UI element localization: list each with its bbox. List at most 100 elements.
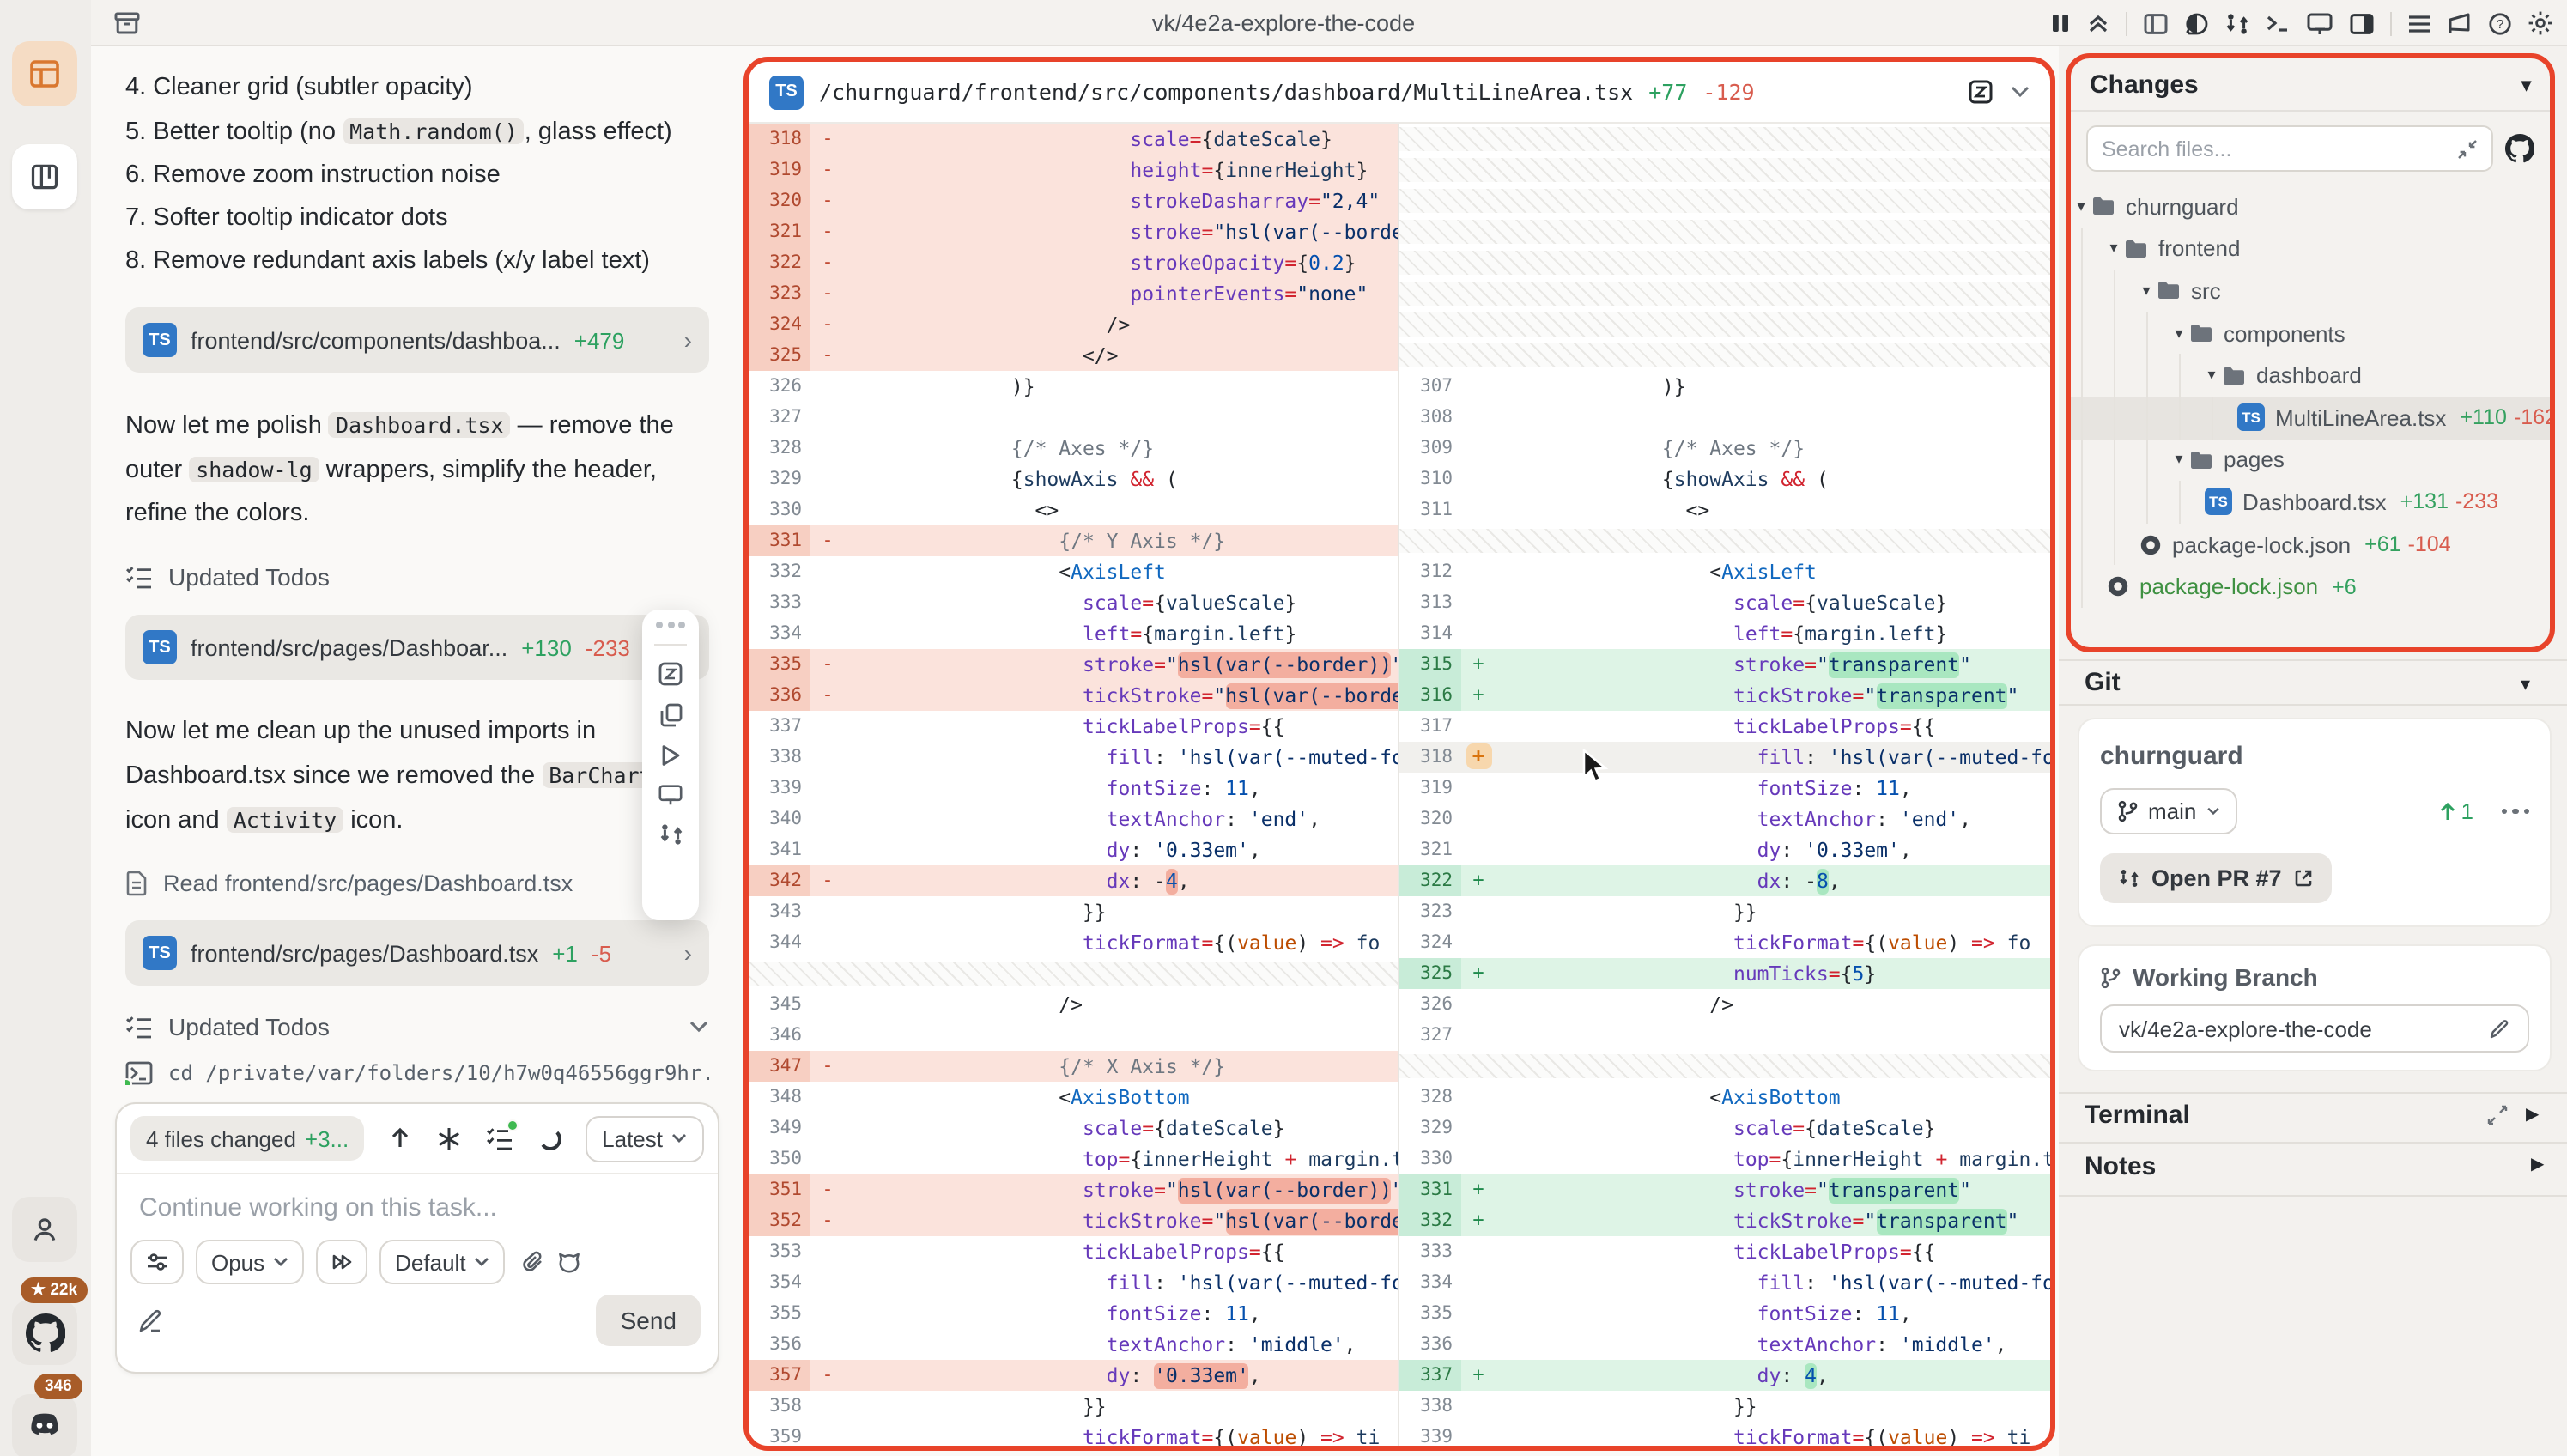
diff-line[interactable]: 357- dy: '0.33em', xyxy=(749,1360,1399,1391)
git-collapse-icon[interactable]: ▾ xyxy=(2521,673,2530,695)
diff-line[interactable]: 343 }} xyxy=(749,896,1399,927)
diff-line[interactable]: 340 textAnchor: 'end', xyxy=(749,804,1399,834)
diff-line[interactable]: 358 }} xyxy=(749,1391,1399,1422)
diff-line[interactable]: 327 xyxy=(1399,1020,2050,1051)
diff-line[interactable]: 347- {/* X Axis */} xyxy=(749,1051,1399,1082)
diff-line[interactable]: 328 {/* Axes */} xyxy=(749,433,1399,464)
diff-line[interactable]: 320- strokeDasharray="2,4" xyxy=(749,185,1399,216)
diff-line[interactable]: 307 )} xyxy=(1399,371,2050,402)
tree-folder-src[interactable]: ▾src xyxy=(2071,270,2550,312)
github-button[interactable] xyxy=(12,1300,77,1365)
tree-file-package-lock.json[interactable]: package-lock.json+6 xyxy=(2071,566,2550,608)
chevron-down-icon[interactable] xyxy=(689,1020,709,1034)
attach-button[interactable] xyxy=(523,1250,545,1274)
collapse-all-button[interactable] xyxy=(2086,12,2110,34)
diff-line[interactable]: 335- stroke="hsl(var(--border))" xyxy=(749,649,1399,680)
preview-button[interactable] xyxy=(658,783,683,807)
diff-line[interactable]: 330 top={innerHeight + margin.top} xyxy=(1399,1144,2050,1174)
edit-diff-button[interactable] xyxy=(658,661,683,687)
copy-button[interactable] xyxy=(658,702,683,728)
diff-line[interactable]: 314 left={margin.left} xyxy=(1399,618,2050,649)
run-button[interactable] xyxy=(659,743,682,767)
diff-line[interactable]: 315+ stroke="transparent" xyxy=(1399,649,2050,680)
help-button[interactable]: ? xyxy=(2488,11,2512,35)
diff-line[interactable]: 350 top={innerHeight + margin.top} xyxy=(749,1144,1399,1174)
send-button[interactable]: Send xyxy=(597,1295,701,1346)
pause-button[interactable] xyxy=(2050,12,2071,34)
panel-left-toggle[interactable] xyxy=(2143,11,2169,35)
archive-button[interactable] xyxy=(113,10,141,36)
diff-line[interactable]: 318+ fill: 'hsl(var(--muted-foreground))… xyxy=(1399,742,2050,773)
tree-folder-components[interactable]: ▾components xyxy=(2071,312,2550,355)
pen-button[interactable] xyxy=(137,1307,163,1333)
expand-right-icon[interactable]: ▶ xyxy=(2531,1156,2544,1174)
message-input[interactable]: Continue working on this task... xyxy=(117,1174,718,1233)
diff-line[interactable]: 317 tickLabelProps={{ xyxy=(1399,711,2050,742)
diff-line[interactable]: 353 tickLabelProps={{ xyxy=(749,1236,1399,1267)
diff-line[interactable]: 355 fontSize: 11, xyxy=(749,1298,1399,1329)
tree-folder-pages[interactable]: ▾pages xyxy=(2071,439,2550,481)
scroll-up-button[interactable] xyxy=(388,1126,412,1150)
git-compare-button[interactable] xyxy=(2225,11,2249,35)
diff-line[interactable]: 323- pointerEvents="none" xyxy=(749,278,1399,309)
branch-dropdown[interactable]: main xyxy=(2100,788,2237,834)
diff-line[interactable]: 348 <AxisBottom xyxy=(749,1082,1399,1113)
diff-line[interactable]: 359 tickFormat={(value) => ti xyxy=(749,1422,1399,1446)
collapse-tree-icon[interactable] xyxy=(2457,138,2478,159)
diff-line[interactable]: 329 {showAxis && ( xyxy=(749,464,1399,494)
diff-line[interactable]: 332 <AxisLeft xyxy=(749,556,1399,587)
search-files-input[interactable]: Search files... xyxy=(2086,125,2493,172)
diff-line[interactable]: 349 scale={dateScale} xyxy=(749,1113,1399,1144)
kanban-view-button[interactable] xyxy=(12,144,77,209)
updated-todos-row[interactable]: Updated Todos xyxy=(125,563,709,591)
discord-button[interactable] xyxy=(12,1394,77,1456)
account-button[interactable] xyxy=(12,1197,77,1262)
settings-sliders-button[interactable] xyxy=(130,1240,184,1284)
updated-todos-row[interactable]: Updated Todos xyxy=(125,1013,709,1040)
diff-line[interactable]: 320 textAnchor: 'end', xyxy=(1399,804,2050,834)
diff-line[interactable]: 351- stroke="hsl(var(--border))" xyxy=(749,1174,1399,1205)
diff-line[interactable]: 338 }} xyxy=(1399,1391,2050,1422)
diff-line[interactable]: 342- dx: -4, xyxy=(749,865,1399,896)
diff-line[interactable]: 322- strokeOpacity={0.2} xyxy=(749,247,1399,278)
git-compare-button[interactable] xyxy=(658,822,683,846)
diff-line[interactable]: 328 <AxisBottom xyxy=(1399,1082,2050,1113)
notes-section-header[interactable]: Notes xyxy=(2085,1152,2156,1181)
layout-view-button[interactable] xyxy=(12,41,77,106)
diff-line[interactable]: 322+ dx: -8, xyxy=(1399,865,2050,896)
diff-line[interactable]: 336 textAnchor: 'middle', xyxy=(1399,1329,2050,1360)
files-changed-pill[interactable]: 4 files changed +3... xyxy=(130,1116,364,1161)
diff-line[interactable]: 354 fill: 'hsl(var(--muted-foreground))'… xyxy=(749,1267,1399,1298)
diff-line[interactable]: 319 fontSize: 11, xyxy=(1399,773,2050,804)
diff-line[interactable]: 329 scale={dateScale} xyxy=(1399,1113,2050,1144)
diff-line[interactable]: 319- height={innerHeight} xyxy=(749,155,1399,185)
diff-line[interactable]: 330 <> xyxy=(749,494,1399,525)
tree-folder-churnguard[interactable]: ▾churnguard xyxy=(2071,185,2550,228)
github-cat-icon[interactable] xyxy=(2505,134,2534,163)
diff-line[interactable]: 344 tickFormat={(value) => fo xyxy=(749,927,1399,958)
tree-file-MultiLineArea.tsx[interactable]: TSMultiLineArea.tsx+110-162 xyxy=(2071,397,2550,439)
tree-folder-dashboard[interactable]: ▾dashboard xyxy=(2071,355,2550,397)
terminal-section-header[interactable]: Terminal xyxy=(2085,1101,2190,1130)
theme-toggle[interactable] xyxy=(2184,11,2210,35)
diff-line[interactable]: 332+ tickStroke="transparent" xyxy=(1399,1205,2050,1236)
diff-view-button[interactable] xyxy=(1968,79,1994,105)
sparkle-icon[interactable] xyxy=(436,1125,462,1151)
diff-line[interactable]: 331+ stroke="transparent" xyxy=(1399,1174,2050,1205)
diff-line[interactable]: 311 <> xyxy=(1399,494,2050,525)
settings-button[interactable] xyxy=(2528,10,2553,36)
agent-cat-button[interactable] xyxy=(557,1250,583,1274)
diff-line[interactable]: 326 )} xyxy=(749,371,1399,402)
menu-button[interactable] xyxy=(2407,13,2431,33)
edit-branch-button[interactable] xyxy=(2488,1017,2510,1040)
diff-line[interactable]: 309 {/* Axes */} xyxy=(1399,433,2050,464)
diff-line[interactable]: 326 /> xyxy=(1399,989,2050,1020)
diff-line[interactable]: 313 scale={valueScale} xyxy=(1399,587,2050,618)
fast-forward-button[interactable] xyxy=(316,1240,367,1284)
diff-line[interactable]: 308 xyxy=(1399,402,2050,433)
tree-file-package-lock.json[interactable]: package-lock.json+61-104 xyxy=(2071,524,2550,566)
collapse-diff-button[interactable] xyxy=(2011,86,2030,98)
tree-file-Dashboard.tsx[interactable]: TSDashboard.tsx+131-233 xyxy=(2071,481,2550,523)
add-comment-button[interactable]: + xyxy=(1466,743,1491,769)
diff-line[interactable]: 321 dy: '0.33em', xyxy=(1399,834,2050,865)
